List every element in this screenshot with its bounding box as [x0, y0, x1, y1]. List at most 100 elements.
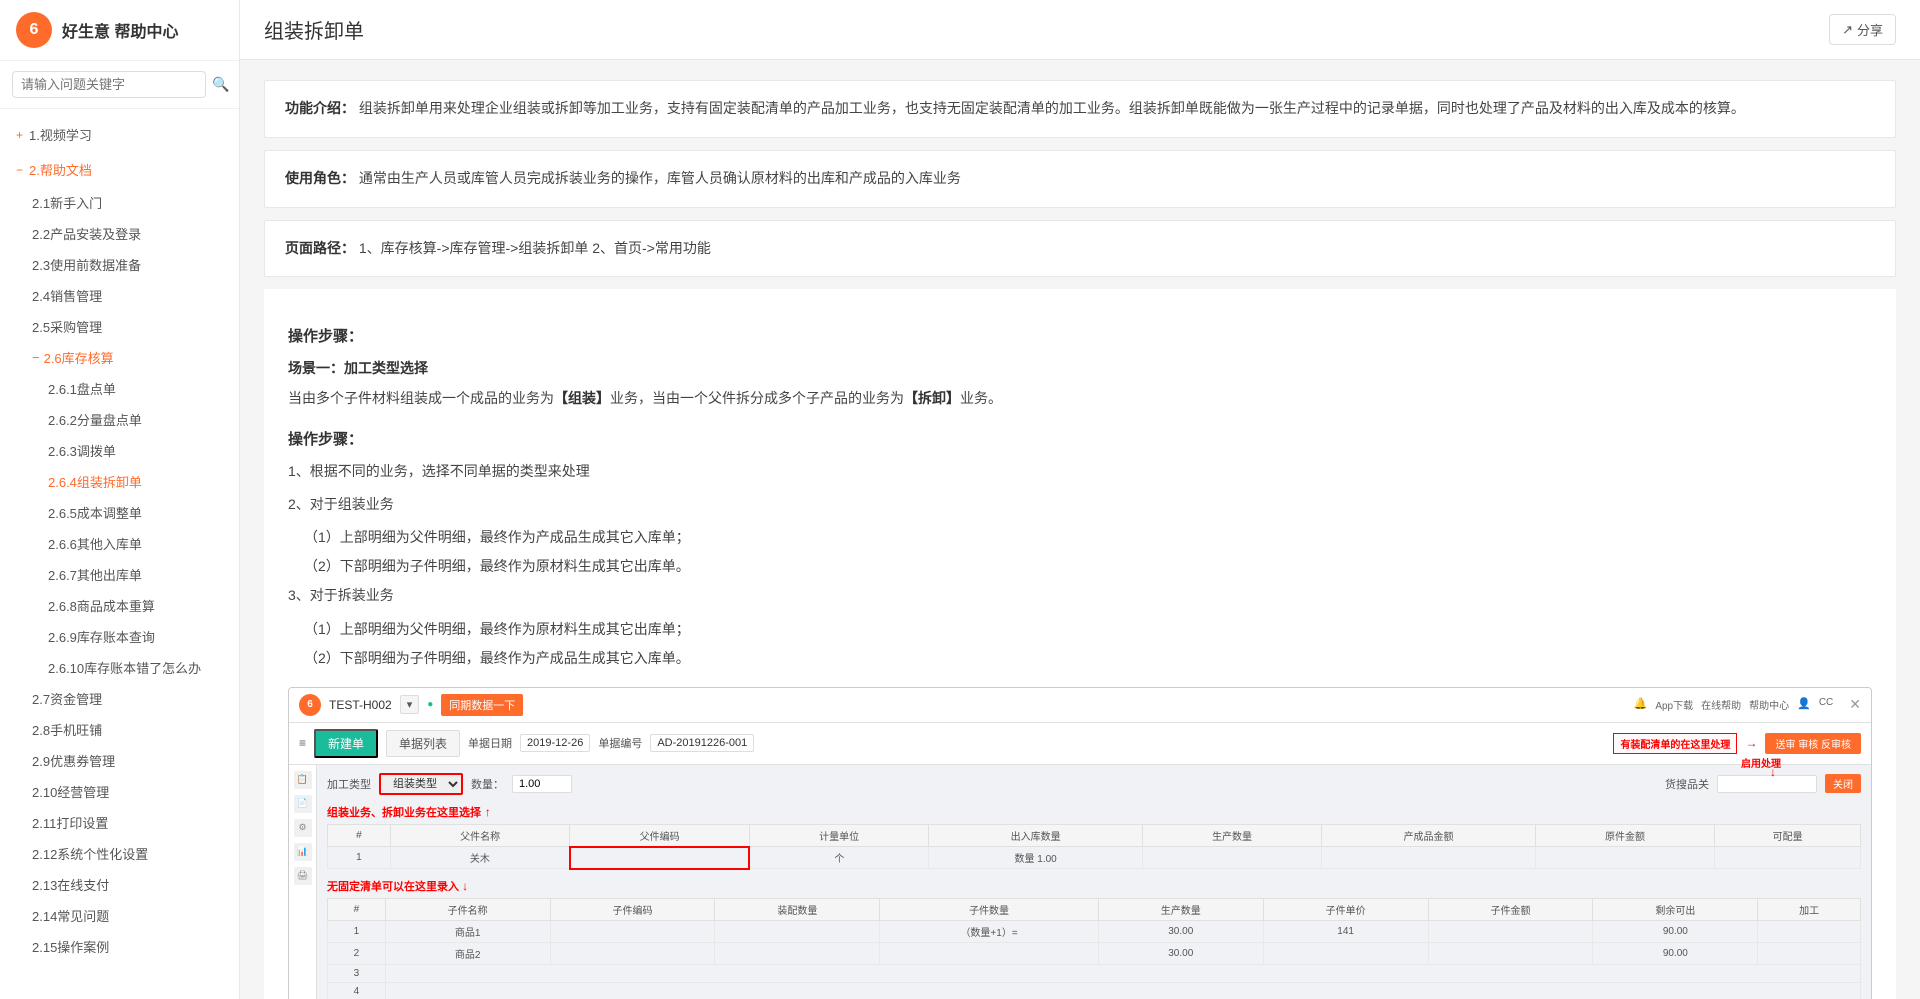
page-title: 组装拆卸单	[264, 15, 364, 44]
table-row: 1 关木 个 数量 1.00	[328, 847, 1861, 869]
ss-icon-app: App下载	[1655, 697, 1693, 712]
role-section: 使用角色： 通常由生产人员或库管人员完成拆装业务的操作，库管人员确认原材料的出库…	[264, 150, 1896, 208]
sidebar-item-docs-2610[interactable]: 2.6.10库存账本错了怎么办	[0, 652, 239, 683]
sidebar-item-docs-211[interactable]: 2.11打印设置	[0, 807, 239, 838]
ops-title: 操作步骤：	[288, 325, 1872, 346]
ss-type-row: 加工类型 组装类型 拆卸类型 数量： 货搜品关 关闭	[327, 773, 1861, 795]
ss-icon-help: 在线帮助	[1701, 697, 1741, 712]
ss-confirm-btn[interactable]: 关闭	[1825, 774, 1861, 793]
ss-icon-3: ⚙	[294, 819, 312, 837]
share-button[interactable]: ↗ 分享	[1829, 14, 1896, 45]
main-area: 组装拆卸单 ↗ 分享 功能介绍： 组装拆卸单用来处理企业组装或拆卸等加工业务，支…	[240, 0, 1920, 999]
ss-date-value[interactable]: 2019-12-26	[520, 734, 590, 752]
page-header: 组装拆卸单 ↗ 分享	[240, 0, 1920, 60]
collapse-icon: −	[16, 163, 23, 177]
content-area: 功能介绍： 组装拆卸单用来处理企业组装或拆卸等加工业务，支持有固定装配清单的产品…	[240, 60, 1920, 999]
sidebar-item-docs-213[interactable]: 2.13在线支付	[0, 869, 239, 900]
ss-sync-button[interactable]: 同期数据一下	[441, 694, 523, 716]
ss-bill-label: 单据编号	[598, 735, 642, 751]
sidebar-item-video[interactable]: + 1.视频学习	[0, 117, 239, 152]
ss-left-icons: 📋 📄 ⚙ 📊 🖨	[289, 765, 317, 999]
sidebar-item-docs-267[interactable]: 2.6.7其他出库单	[0, 559, 239, 590]
step1: 1、根据不同的业务，选择不同单据的类型来处理	[288, 459, 1872, 484]
step3-sub2: （2）下部明细为子件明细，最终作为产成品生成其它入库单。	[304, 646, 1872, 671]
ss-col-avail-qty: 可配量	[1715, 824, 1861, 847]
ss-icon-center: 帮助中心	[1749, 697, 1789, 712]
expand-icon: +	[16, 128, 23, 142]
table-row: 2 商品2 30.00 90.00	[328, 942, 1861, 964]
sidebar-item-docs-265[interactable]: 2.6.5成本调整单	[0, 497, 239, 528]
sidebar-item-docs-264[interactable]: 2.6.4组装拆卸单	[0, 466, 239, 497]
search-input[interactable]	[12, 71, 206, 98]
sidebar: 6 好生意 帮助中心 🔍 + 1.视频学习 − 2.帮助文档 2.1新手入门 2…	[0, 0, 240, 999]
sidebar-item-docs-28[interactable]: 2.8手机旺铺	[0, 714, 239, 745]
sidebar-item-docs[interactable]: − 2.帮助文档	[0, 152, 239, 187]
path-label: 页面路径：	[285, 240, 355, 256]
ss-company-dropdown[interactable]: ▾	[400, 695, 420, 714]
sidebar-item-docs-27[interactable]: 2.7资金管理	[0, 683, 239, 714]
path-text: 1、库存核算->库存管理->组装拆卸单 2、首页->常用功能	[359, 240, 711, 256]
brand-name: 好生意 帮助中心	[62, 18, 178, 42]
ss-bill-value: AD-20191226-001	[650, 734, 754, 752]
sidebar-item-docs-29[interactable]: 2.9优惠券管理	[0, 745, 239, 776]
sidebar-item-docs-23[interactable]: 2.3使用前数据准备	[0, 249, 239, 280]
ss-logo: 6	[299, 694, 321, 716]
ss-icon-2: 📄	[294, 795, 312, 813]
ss-right-icons: 🔔 App下载 在线帮助 帮助中心 👤 CC	[1634, 697, 1834, 712]
sidebar-item-docs-21[interactable]: 2.1新手入门	[0, 187, 239, 218]
ss-col-inout-qty: 出入库数量	[929, 824, 1142, 847]
ss-scene-ann1: 组装业务、拆卸业务在这里选择	[327, 807, 481, 819]
ss-status-dot: ●	[427, 699, 433, 710]
ss-approve-btn[interactable]: 送审 审核 反审核	[1765, 733, 1861, 754]
ss-main-content: 加工类型 组装类型 拆卸类型 数量： 货搜品关 关闭	[317, 765, 1871, 999]
ss-icon-1: 📋	[294, 771, 312, 789]
role-text: 通常由生产人员或库管人员完成拆装业务的操作，库管人员确认原材料的出库和产成品的入…	[359, 170, 961, 186]
ss-top-table: # 父件名称 父件编码 计量单位 出入库数量 生产数量 产成品金额 原件金额 可	[327, 824, 1861, 870]
path-section: 页面路径： 1、库存核算->库存管理->组装拆卸单 2、首页->常用功能	[264, 220, 1896, 278]
doc-body: 操作步骤： 场景一：加工类型选择 当由多个子件材料组装成一个成品的业务为【组装】…	[264, 289, 1896, 999]
sidebar-item-docs-214[interactable]: 2.14常见问题	[0, 900, 239, 931]
ss-bottom-table-container: # 子件名称 子件编码 装配数量 子件数量 生产数量 子件单价 子件金额 剩余可	[327, 898, 1861, 999]
sidebar-item-docs-262[interactable]: 2.6.2分量盘点单	[0, 404, 239, 435]
sidebar-item-docs-215[interactable]: 2.15操作案例	[0, 931, 239, 962]
intro-section: 功能介绍： 组装拆卸单用来处理企业组装或拆卸等加工业务，支持有固定装配清单的产品…	[264, 80, 1896, 138]
ss-qty-input[interactable]	[512, 775, 572, 793]
sidebar-item-docs-26[interactable]: − 2.6库存核算	[0, 342, 239, 373]
ss-close-button[interactable]: ✕	[1849, 696, 1861, 713]
sidebar-item-docs-210[interactable]: 2.10经营管理	[0, 776, 239, 807]
sidebar-item-docs-212[interactable]: 2.12系统个性化设置	[0, 838, 239, 869]
ss-ann-arrow-approve: ↓	[1770, 765, 1776, 779]
ss-tab-new[interactable]: 新建单	[314, 729, 378, 758]
step2-sub2: （2）下部明细为子件明细，最终作为原材料生成其它出库单。	[304, 554, 1872, 579]
ss-num-label: 数量：	[471, 776, 504, 792]
search-button[interactable]: 🔍	[212, 76, 229, 93]
sidebar-item-docs-261[interactable]: 2.6.1盘点单	[0, 373, 239, 404]
ss-col-prod-qty: 生产数量	[1142, 824, 1322, 847]
table-row: 1 商品1 （数量+1）= 30.00 141 90.00	[328, 920, 1861, 942]
sidebar-item-docs-24[interactable]: 2.4销售管理	[0, 280, 239, 311]
table-row: 3	[328, 964, 1861, 982]
ss-search-label: 货搜品关	[1665, 776, 1709, 792]
screenshot-mockup: 6 TEST-H002 ▾ ● 同期数据一下 🔔 App下载 在线帮助 帮助中心…	[288, 687, 1872, 999]
sidebar-item-docs-263[interactable]: 2.6.3调拨单	[0, 435, 239, 466]
role-label: 使用角色：	[285, 170, 355, 186]
app-logo: 6	[16, 12, 52, 48]
ss-type-label: 加工类型	[327, 776, 371, 792]
sidebar-item-docs-22[interactable]: 2.2产品安装及登录	[0, 218, 239, 249]
scene-one-desc: 当由多个子件材料组装成一个成品的业务为【组装】业务，当由一个父件拆分成多个子产品…	[288, 386, 1872, 411]
sidebar-item-docs-25[interactable]: 2.5采购管理	[0, 311, 239, 342]
ss-col-num: #	[328, 824, 391, 847]
sidebar-item-docs-266[interactable]: 2.6.6其他入库单	[0, 528, 239, 559]
ss-search-goods-input[interactable]	[1717, 775, 1817, 793]
ss-icon-cc: CC	[1819, 697, 1833, 712]
step2: 2、对于组装业务	[288, 492, 1872, 517]
table-row: 4	[328, 982, 1861, 999]
ss-icon-5: 🖨	[294, 867, 312, 885]
nav-list: + 1.视频学习 − 2.帮助文档 2.1新手入门 2.2产品安装及登录 2.3…	[0, 109, 239, 999]
ss-ann-up-arrow: ↑	[485, 805, 491, 819]
step2-list: （1）上部明细为父件明细，最终作为产成品生成其它入库单； （2）下部明细为子件明…	[288, 525, 1872, 579]
ss-type-select[interactable]: 组装类型 拆卸类型	[379, 773, 463, 795]
ss-tab-list[interactable]: 单据列表	[386, 730, 460, 757]
sidebar-item-docs-269[interactable]: 2.6.9库存账本查询	[0, 621, 239, 652]
sidebar-item-docs-268[interactable]: 2.6.8商品成本重算	[0, 590, 239, 621]
